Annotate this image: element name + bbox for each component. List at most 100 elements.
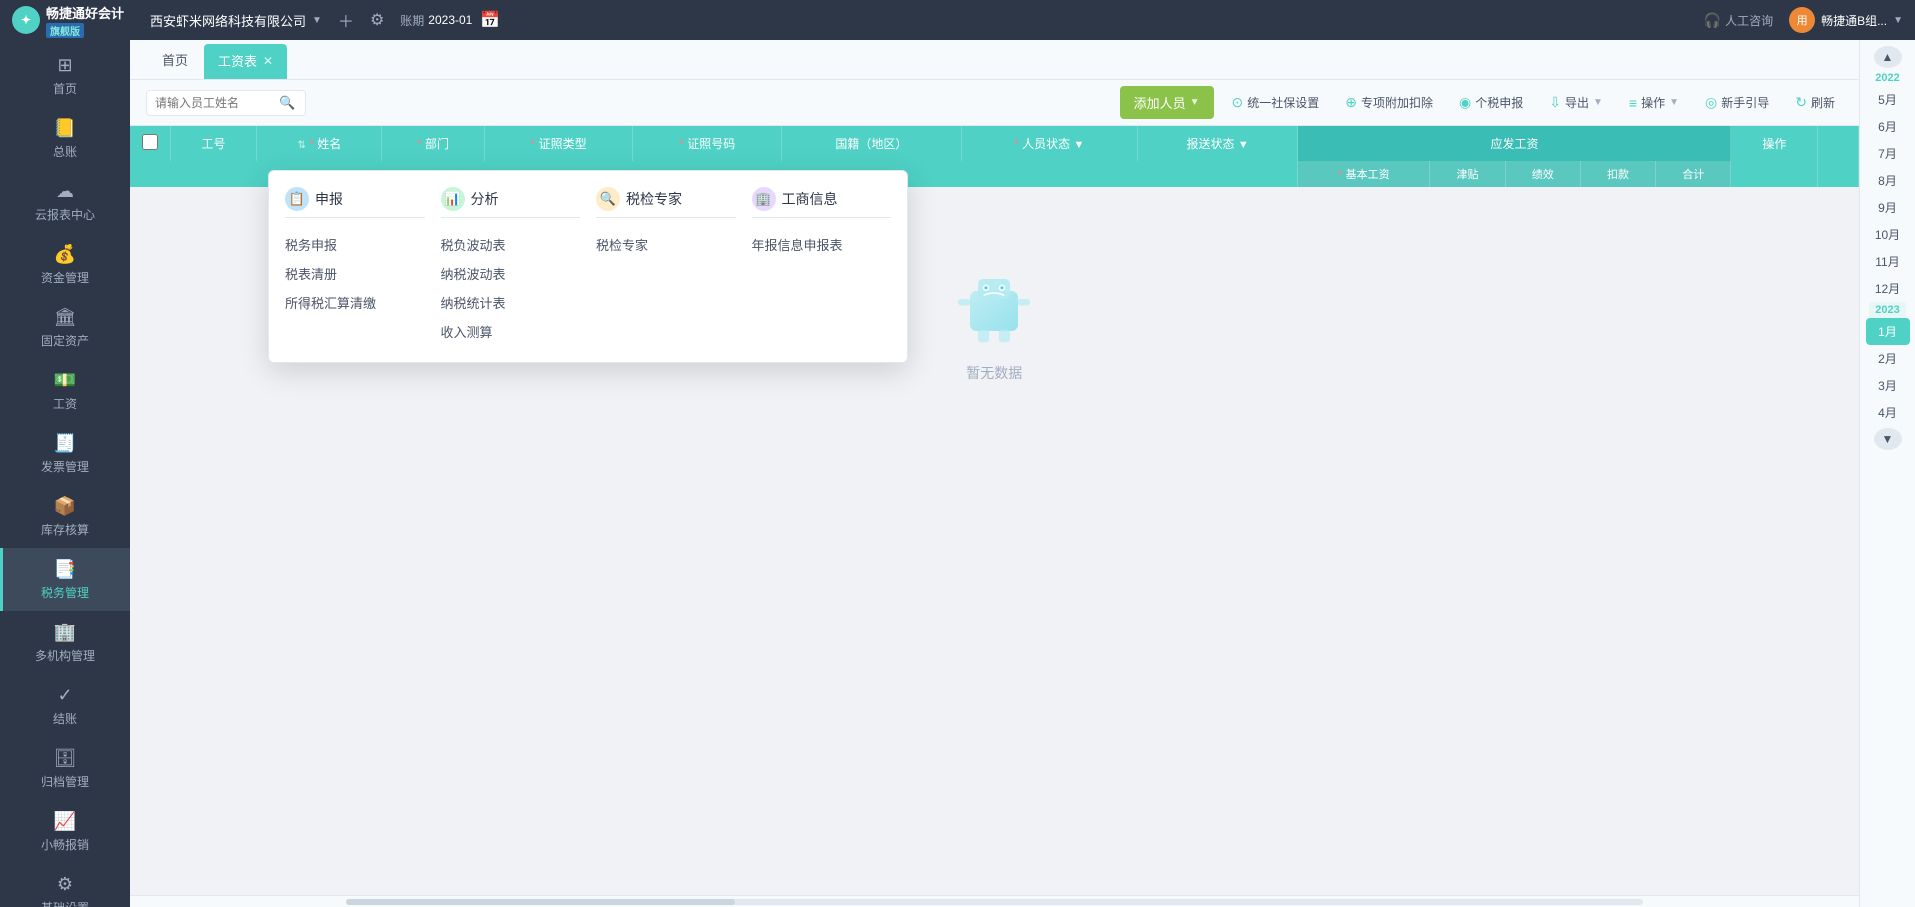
filter-icon-report[interactable]: ▼ bbox=[1238, 139, 1249, 151]
sidebar-label-ledger: 总账 bbox=[53, 143, 77, 160]
required-star: * bbox=[309, 137, 314, 151]
sidebar-label-cloud: 云报表中心 bbox=[35, 206, 95, 223]
support-button[interactable]: 🎧 人工咨询 bbox=[1704, 12, 1773, 29]
tab-home[interactable]: 首页 bbox=[146, 42, 204, 79]
sidebar-item-multi[interactable]: 🏢 多机构管理 bbox=[0, 611, 130, 674]
search-input[interactable] bbox=[155, 96, 275, 110]
filter-icon-status[interactable]: ▼ bbox=[1073, 139, 1084, 151]
tab-payroll[interactable]: 工资表 ✕ bbox=[204, 44, 287, 79]
sidebar-item-tax[interactable]: 📑 税务管理 bbox=[0, 548, 130, 611]
cal-month-12[interactable]: 12月 bbox=[1866, 275, 1910, 302]
menu-item-tax-declaration[interactable]: 税务申报 bbox=[285, 230, 425, 259]
content-area: 首页 工资表 ✕ 🔍 添加人员 ▼ ⊙ 统一社保设置 bbox=[130, 40, 1859, 907]
sidebar-item-home[interactable]: ⊞ 首页 bbox=[0, 44, 130, 107]
refresh-button[interactable]: ↻ 刷新 bbox=[1787, 90, 1843, 115]
cal-month-5[interactable]: 5月 bbox=[1866, 86, 1910, 113]
gongshang-icon: 🏢 bbox=[752, 187, 776, 211]
th-action bbox=[1818, 126, 1859, 161]
cal-month-2[interactable]: 2月 bbox=[1866, 345, 1910, 372]
add-person-button[interactable]: 添加人员 ▼ bbox=[1120, 86, 1214, 119]
sidebar-item-ledger[interactable]: 📒 总账 bbox=[0, 107, 130, 170]
app-name: 畅捷通好会计 bbox=[46, 3, 124, 22]
menu-item-income-estimate[interactable]: 收入测算 bbox=[441, 317, 581, 346]
cal-month-9[interactable]: 9月 bbox=[1866, 194, 1910, 221]
cal-month-3[interactable]: 3月 bbox=[1866, 372, 1910, 399]
tab-bar: 首页 工资表 ✕ bbox=[130, 40, 1859, 80]
social-security-label: 统一社保设置 bbox=[1247, 94, 1319, 111]
menu-item-tax-expert[interactable]: 税检专家 bbox=[596, 230, 736, 259]
settings-button[interactable]: ⚙ bbox=[366, 8, 388, 32]
menu-item-tax-payment-fluctuation[interactable]: 纳税波动表 bbox=[441, 259, 581, 288]
menu-item-income-tax-settlement[interactable]: 所得税汇算清缴 bbox=[285, 288, 425, 317]
select-all-checkbox[interactable] bbox=[142, 134, 158, 150]
toolbar: 🔍 添加人员 ▼ ⊙ 统一社保设置 ⊕ 专项附加扣除 ◉ 个税申报 bbox=[130, 80, 1859, 126]
company-selector[interactable]: 西安虾米网络科技有限公司 ▼ bbox=[150, 11, 322, 30]
sidebar-label-close: 结账 bbox=[53, 710, 77, 727]
cal-nav-up[interactable]: ▲ bbox=[1874, 46, 1902, 68]
user-info[interactable]: 用 畅捷通B组... ▼ bbox=[1789, 7, 1903, 33]
th-name: ⇅ * 姓名 bbox=[257, 126, 382, 161]
add-company-button[interactable]: ＋ bbox=[334, 6, 358, 34]
calendar-panel: ▲ 2022 5月 6月 7月 8月 9月 10月 11月 12月 2023 1… bbox=[1859, 40, 1915, 907]
tab-close-icon[interactable]: ✕ bbox=[263, 54, 273, 68]
top-bar: ✦ 畅捷通好会计 旗舰版 西安虾米网络科技有限公司 ▼ ＋ ⚙ 账期 2023-… bbox=[0, 0, 1915, 40]
menu-item-tax-burden[interactable]: 税负波动表 bbox=[441, 230, 581, 259]
shuijian-icon: 🔍 bbox=[596, 187, 620, 211]
cal-month-10[interactable]: 10月 bbox=[1866, 221, 1910, 248]
th-pension: 操作 bbox=[1731, 126, 1818, 161]
sidebar-item-inventory[interactable]: 📦 库存核算 bbox=[0, 485, 130, 548]
report-icon: 📈 bbox=[54, 810, 76, 832]
sidebar-item-cloud[interactable]: ☁ 云报表中心 bbox=[0, 170, 130, 233]
sidebar-item-close[interactable]: ✓ 结账 bbox=[0, 674, 130, 737]
special-deduct-icon: ⊕ bbox=[1345, 94, 1357, 111]
social-security-button[interactable]: ⊙ 统一社保设置 bbox=[1224, 90, 1328, 115]
close-accounts-icon: ✓ bbox=[54, 684, 76, 706]
dropdown-grid: 📋 申报 税务申报 税表清册 所得税汇算清缴 📊 分析 税负波动表 纳税波动表 … bbox=[285, 187, 891, 346]
calendar-icon[interactable]: 📅 bbox=[480, 10, 500, 30]
guide-button[interactable]: ◎ 新手引导 bbox=[1697, 90, 1777, 115]
export-button[interactable]: ⇩ 导出 ▼ bbox=[1541, 90, 1611, 115]
sidebar-item-invoice[interactable]: 🧾 发票管理 bbox=[0, 422, 130, 485]
sidebar-label-assets: 固定资产 bbox=[41, 332, 89, 349]
refresh-icon: ↻ bbox=[1795, 94, 1807, 111]
tax-icon: 📑 bbox=[54, 558, 76, 580]
special-deduct-label: 专项附加扣除 bbox=[1361, 94, 1433, 111]
fenxi-icon: 📊 bbox=[441, 187, 465, 211]
social-security-icon: ⊙ bbox=[1232, 94, 1244, 111]
ledger-icon: 📒 bbox=[54, 117, 76, 139]
scroll-thumb[interactable] bbox=[346, 899, 735, 905]
cal-month-4[interactable]: 4月 bbox=[1866, 399, 1910, 426]
cal-month-7[interactable]: 7月 bbox=[1866, 140, 1910, 167]
category-title-shuijian: 🔍 税检专家 bbox=[596, 187, 736, 218]
chevron-down-icon: ▼ bbox=[312, 15, 322, 26]
export-label: 导出 bbox=[1565, 94, 1589, 111]
menu-item-annual-report[interactable]: 年报信息申报表 bbox=[752, 230, 892, 259]
sidebar-label-report: 小畅报销 bbox=[41, 836, 89, 853]
user-name: 畅捷通B组... bbox=[1821, 12, 1887, 29]
th-checkbox bbox=[130, 126, 170, 161]
sidebar-item-fund[interactable]: 💰 资金管理 bbox=[0, 233, 130, 296]
menu-item-tax-schedule[interactable]: 税表清册 bbox=[285, 259, 425, 288]
th-pension2 bbox=[1731, 161, 1818, 187]
cal-nav-down[interactable]: ▼ bbox=[1874, 428, 1902, 450]
sidebar-item-report[interactable]: 📈 小畅报销 bbox=[0, 800, 130, 863]
table-header-row: 工号 ⇅ * 姓名 * 部门 * 证照类型 bbox=[130, 126, 1859, 161]
fund-icon: 💰 bbox=[54, 243, 76, 265]
special-deduct-button[interactable]: ⊕ 专项附加扣除 bbox=[1337, 90, 1441, 115]
sidebar-item-payroll[interactable]: 💵 工资 bbox=[0, 359, 130, 422]
guide-toolbar-icon: ◎ bbox=[1705, 94, 1717, 111]
sidebar-item-archive[interactable]: 🗄 归档管理 bbox=[0, 737, 130, 800]
assets-icon: 🏛 bbox=[54, 306, 76, 328]
sidebar-item-settings[interactable]: ⚙ 基础设置 bbox=[0, 863, 130, 907]
cal-month-6[interactable]: 6月 bbox=[1866, 113, 1910, 140]
cal-month-8[interactable]: 8月 bbox=[1866, 167, 1910, 194]
settings-nav-icon: ⚙ bbox=[54, 873, 76, 895]
personal-tax-button[interactable]: ◉ 个税申报 bbox=[1451, 90, 1531, 115]
category-title-fenxi: 📊 分析 bbox=[441, 187, 581, 218]
cal-month-1-active[interactable]: 1月 bbox=[1866, 318, 1910, 345]
menu-item-tax-stats[interactable]: 纳税统计表 bbox=[441, 288, 581, 317]
cal-month-11[interactable]: 11月 bbox=[1866, 248, 1910, 275]
sidebar-item-assets[interactable]: 🏛 固定资产 bbox=[0, 296, 130, 359]
operation-button[interactable]: ≡ 操作 ▼ bbox=[1621, 90, 1687, 115]
payroll-icon: 💵 bbox=[54, 369, 76, 391]
